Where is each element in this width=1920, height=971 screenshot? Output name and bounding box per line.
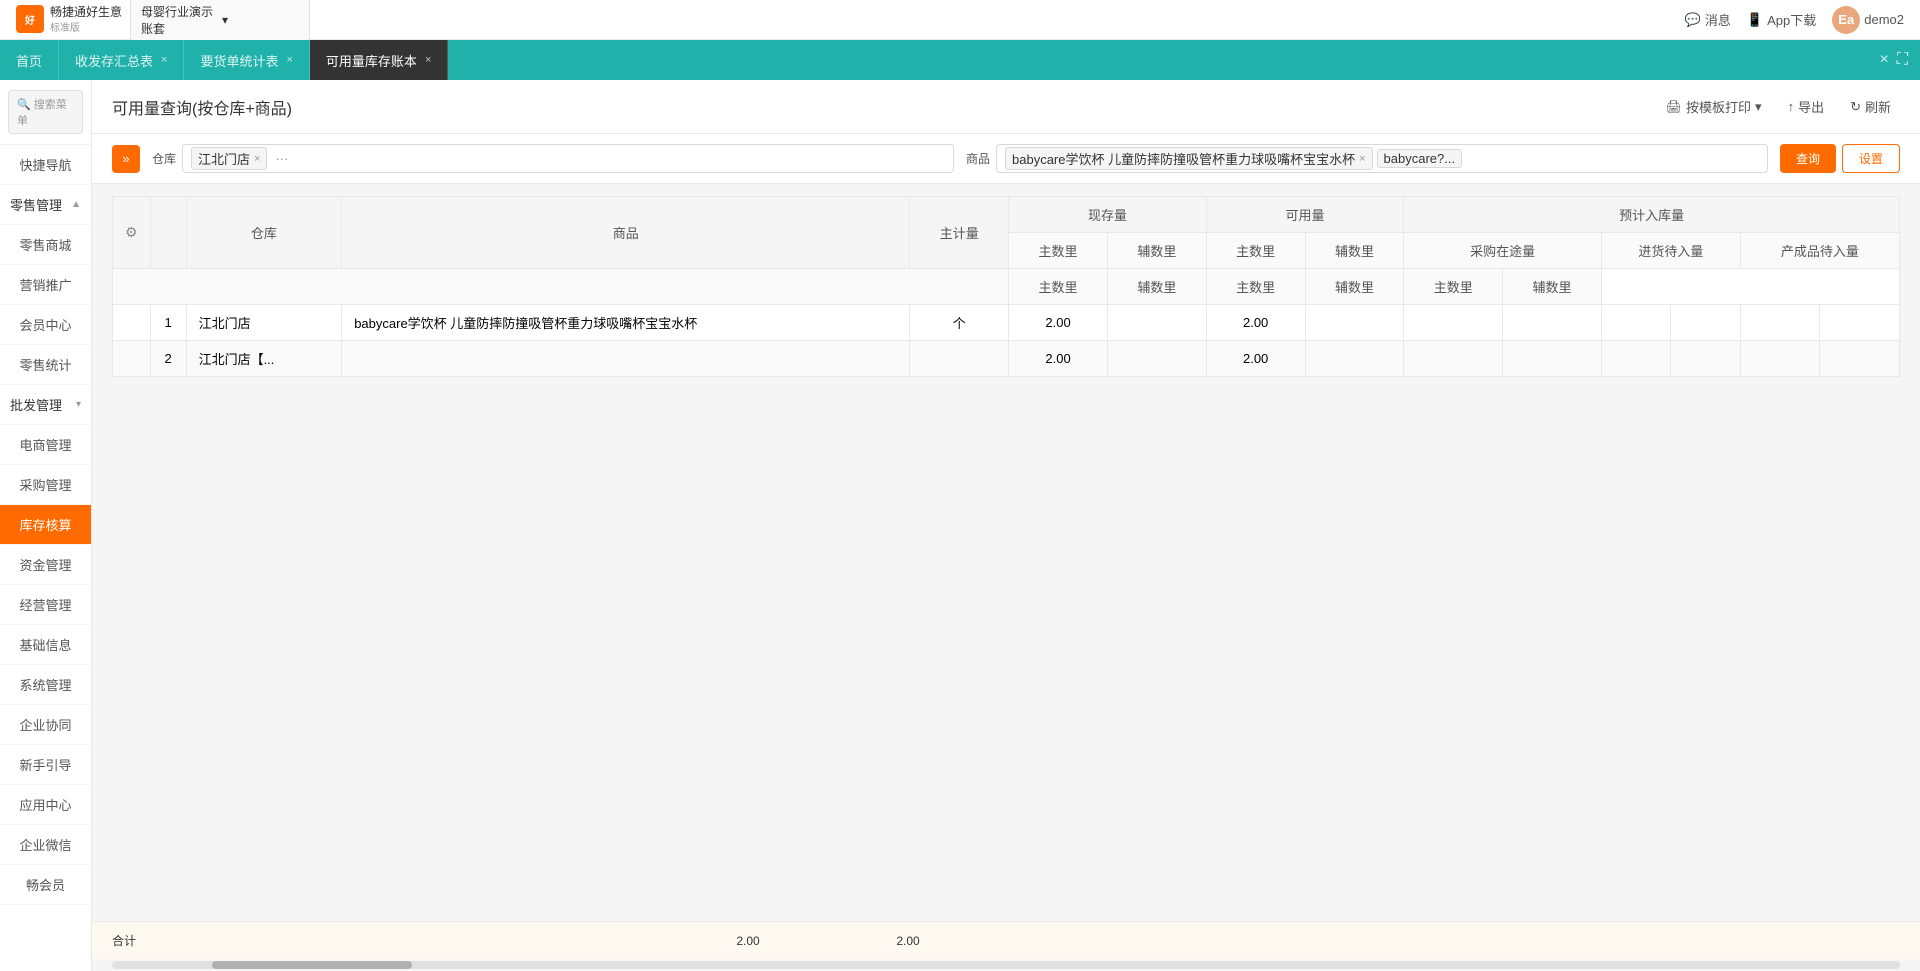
- sidebar-item-system[interactable]: 系统管理: [0, 665, 91, 705]
- search-menu-btn[interactable]: 🔍 搜索菜单: [8, 90, 83, 134]
- col-production-subheader: 产成品待入量: [1740, 233, 1899, 269]
- sidebar-item-retail-mall[interactable]: 零售商城: [0, 225, 91, 265]
- tab-fullscreen-icon[interactable]: ⛶: [1897, 51, 1908, 69]
- sidebar-item-member2[interactable]: 畅会员: [0, 865, 91, 905]
- sidebar-item-marketing[interactable]: 营销推广: [0, 265, 91, 305]
- sidebar-item-quick-nav[interactable]: 快捷导航: [0, 145, 91, 185]
- avatar: Ea: [1832, 6, 1860, 34]
- page-header-actions: 🖨 按模板打印 ▾ ↑ 导出 ↻ 刷新: [1657, 92, 1901, 121]
- logo-area: 好 畅捷通好生意 标准版: [16, 5, 122, 34]
- sidebar-item-enterprise[interactable]: 企业协同: [0, 705, 91, 745]
- wholesale-arrow-icon: ▾: [76, 399, 81, 410]
- message-btn[interactable]: 💬 消息: [1685, 10, 1731, 29]
- app-title: 畅捷通好生意: [50, 5, 122, 19]
- top-bar: 好 畅捷通好生意 标准版 母婴行业演示账套 ▾ 💬 消息 📱 App下载 Ea …: [0, 0, 1920, 40]
- col-avail-main-header: 主数里: [1206, 233, 1305, 269]
- sidebar-item-finance[interactable]: 资金管理: [0, 545, 91, 585]
- data-table: ⚙ 仓库 商品 主计量 现存量: [112, 196, 1900, 377]
- tab-receive-close[interactable]: ×: [161, 54, 167, 66]
- warehouse-label: 仓库: [152, 150, 176, 167]
- top-bar-left: 好 畅捷通好生意 标准版 母婴行业演示账套 ▾: [16, 0, 310, 42]
- sidebar-search-area: 🔍 搜索菜单: [0, 80, 91, 145]
- col-stock-group-header: 现存量: [1009, 197, 1207, 233]
- sidebar: 🔍 搜索菜单 快捷导航 零售管理 ▲ 零售商城 营销推广 会员中心 零售统计 批…: [0, 80, 92, 971]
- col-purchase-subheader: 采购在途量: [1404, 233, 1602, 269]
- col-stock-main-header: 主数里: [1009, 233, 1108, 269]
- sidebar-item-basic-info[interactable]: 基础信息: [0, 625, 91, 665]
- tab-order[interactable]: 要货单统计表 ×: [184, 40, 309, 80]
- export-btn[interactable]: ↑ 导出: [1779, 92, 1834, 121]
- sidebar-item-inventory[interactable]: 库存核算: [0, 505, 91, 545]
- sidebar-item-member[interactable]: 会员中心: [0, 305, 91, 345]
- horizontal-scrollbar[interactable]: [112, 961, 1900, 969]
- product-input[interactable]: babycare学饮杯 儿童防摔防撞吸管杯重力球吸嘴杯宝宝水杯 × babyca…: [996, 144, 1768, 173]
- product-tag-1[interactable]: babycare学饮杯 儿童防摔防撞吸管杯重力球吸嘴杯宝宝水杯 ×: [1005, 147, 1373, 170]
- retail-arrow-icon: ▲: [71, 199, 81, 210]
- col-no-header: [150, 197, 186, 269]
- refresh-btn[interactable]: ↻ 刷新: [1841, 92, 1900, 121]
- tab-home[interactable]: 首页: [0, 40, 59, 80]
- filter-product-group: 商品 babycare学饮杯 儿童防摔防撞吸管杯重力球吸嘴杯宝宝水杯 × bab…: [966, 144, 1768, 173]
- sidebar-item-operations[interactable]: 经营管理: [0, 585, 91, 625]
- table-footer: 合计 2.00 2.00: [92, 921, 1920, 959]
- tab-close-all-icon[interactable]: ×: [1879, 51, 1888, 69]
- filter-warehouse-group: 仓库 江北门店 × ···: [152, 144, 954, 173]
- footer-label: 合计: [112, 932, 232, 949]
- content-area: 可用量查询(按仓库+商品) 🖨 按模板打印 ▾ ↑ 导出 ↻ 刷新: [92, 80, 1920, 971]
- col-warehouse-header: 仓库: [186, 197, 342, 269]
- table-area: ⚙ 仓库 商品 主计量 现存量: [92, 184, 1920, 921]
- warehouse-tag-1-close[interactable]: ×: [254, 153, 260, 165]
- warehouse-input[interactable]: 江北门店 × ···: [182, 144, 954, 173]
- sidebar-item-retail-stats[interactable]: 零售统计: [0, 345, 91, 385]
- sidebar-item-purchase[interactable]: 采购管理: [0, 465, 91, 505]
- sidebar-item-guide[interactable]: 新手引导: [0, 745, 91, 785]
- col-unit-header: 主计量: [910, 197, 1009, 269]
- print-btn[interactable]: 🖨 按模板打印 ▾: [1657, 92, 1771, 121]
- page-title: 可用量查询(按仓库+商品): [112, 95, 292, 119]
- sidebar-item-retail-mgmt[interactable]: 零售管理 ▲: [0, 185, 91, 225]
- col-incoming-group-header: 预计入库量: [1404, 197, 1900, 233]
- tab-bar-right: × ⛶: [1879, 40, 1920, 80]
- col-avail-aux-header: 辅数里: [1305, 233, 1404, 269]
- sidebar-item-app-center[interactable]: 应用中心: [0, 785, 91, 825]
- warehouse-tag-1[interactable]: 江北门店 ×: [191, 147, 267, 170]
- col-stock-aux-header: 辅数里: [1107, 233, 1206, 269]
- tab-inventory[interactable]: 可用量库存账本 ×: [310, 40, 448, 80]
- logo-icon: 好: [16, 5, 44, 33]
- tab-bar: 首页 收发存汇总表 × 要货单统计表 × 可用量库存账本 × × ⛶: [0, 40, 1920, 80]
- product-tag-2[interactable]: babycare?...: [1377, 149, 1463, 168]
- sidebar-item-ecommerce[interactable]: 电商管理: [0, 425, 91, 465]
- footer-stock-main: 2.00: [708, 934, 788, 948]
- main-layout: 🔍 搜索菜单 快捷导航 零售管理 ▲ 零售商城 营销推广 会员中心 零售统计 批…: [0, 80, 1920, 971]
- page-header: 可用量查询(按仓库+商品) 🖨 按模板打印 ▾ ↑ 导出 ↻ 刷新: [92, 80, 1920, 134]
- top-bar-right: 💬 消息 📱 App下载 Ea demo2: [1685, 6, 1904, 34]
- col-arrival-subheader: 进货待入量: [1601, 233, 1740, 269]
- query-button[interactable]: 查询: [1780, 144, 1836, 173]
- filter-bar: » 仓库 江北门店 × ··· 商品 babycare学饮杯 儿童防摔防撞吸管杯…: [92, 134, 1920, 184]
- filter-expand-btn[interactable]: »: [112, 145, 140, 173]
- filter-actions: 查询 设置: [1780, 144, 1900, 173]
- table-row: 1 江北门店 babycare学饮杯 儿童防摔防撞吸管杯重力球吸嘴杯宝宝水杯 个…: [113, 305, 1900, 341]
- industry-selector[interactable]: 母婴行业演示账套 ▾: [130, 0, 310, 42]
- footer-cells: 合计 2.00 2.00: [112, 932, 1900, 949]
- table-row: 2 江北门店【... 2.00 2.00: [113, 341, 1900, 377]
- app-download-btn[interactable]: 📱 App下载: [1747, 10, 1816, 29]
- col-product-header: 商品: [342, 197, 910, 269]
- product-tag-1-close[interactable]: ×: [1359, 153, 1365, 165]
- scroll-thumb[interactable]: [212, 961, 412, 969]
- app-subtitle: 标准版: [50, 19, 122, 34]
- product-label: 商品: [966, 150, 990, 167]
- user-menu[interactable]: Ea demo2: [1832, 6, 1904, 34]
- tab-order-close[interactable]: ×: [286, 54, 292, 66]
- sidebar-item-wholesale[interactable]: 批发管理 ▾: [0, 385, 91, 425]
- tab-receive[interactable]: 收发存汇总表 ×: [59, 40, 184, 80]
- sidebar-item-wechat[interactable]: 企业微信: [0, 825, 91, 865]
- scroll-bar-container: [92, 959, 1920, 971]
- tab-inventory-close[interactable]: ×: [425, 54, 431, 66]
- col-available-group-header: 可用量: [1206, 197, 1404, 233]
- footer-avail-main: 2.00: [868, 934, 948, 948]
- col-gear-header: ⚙: [113, 197, 151, 269]
- warehouse-more[interactable]: ···: [275, 151, 288, 166]
- settings-button[interactable]: 设置: [1842, 144, 1900, 173]
